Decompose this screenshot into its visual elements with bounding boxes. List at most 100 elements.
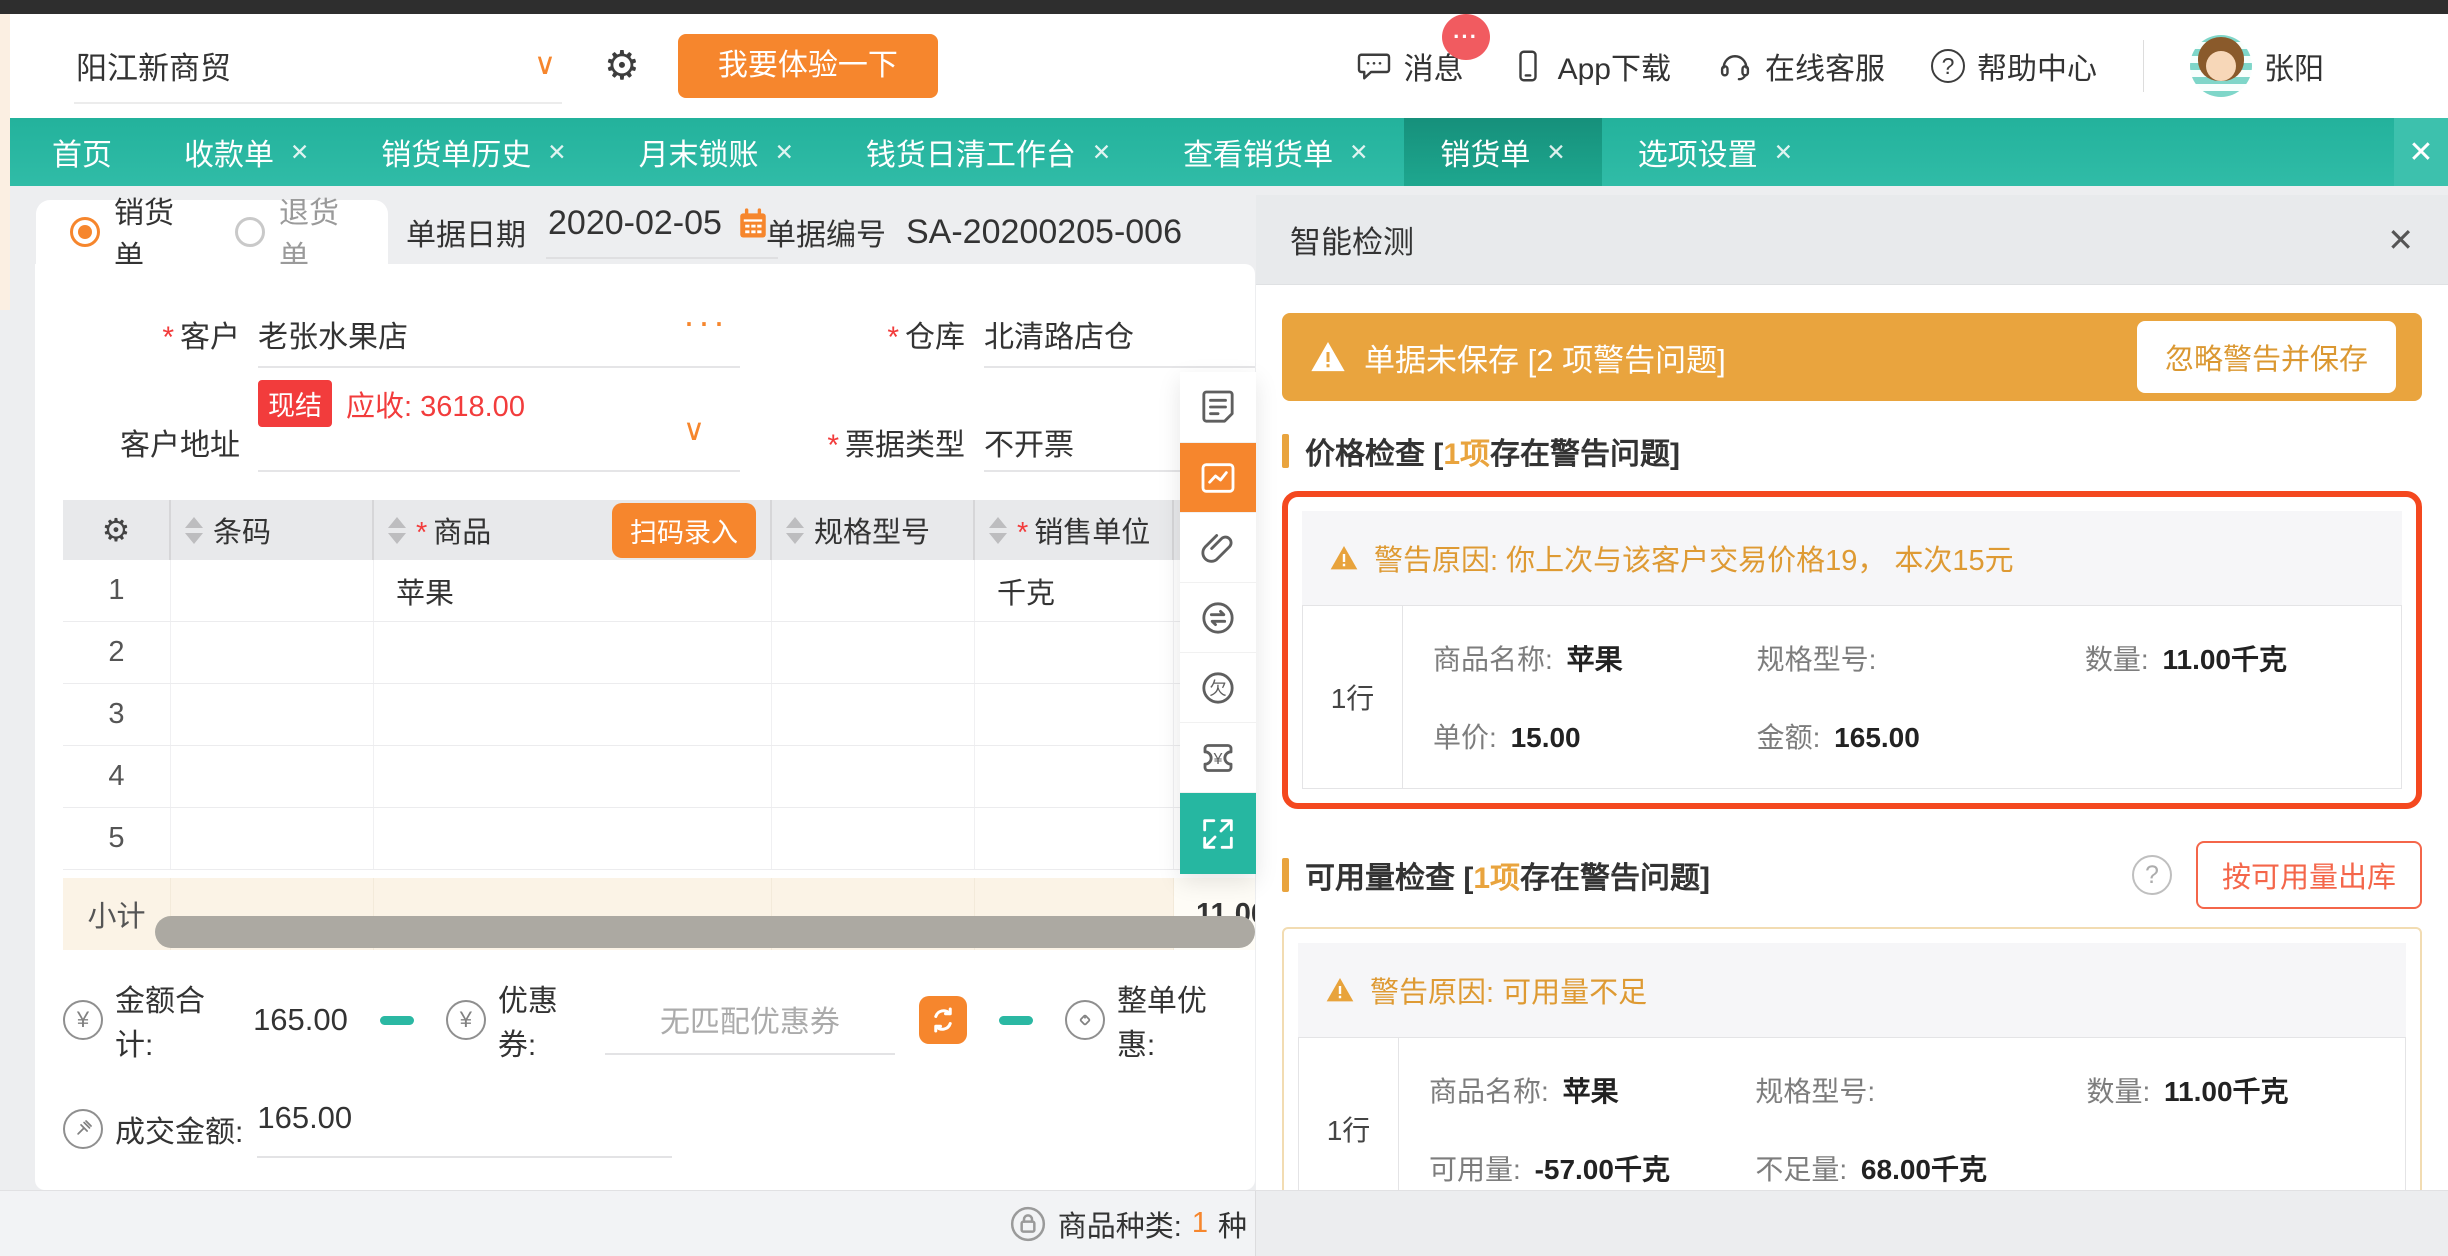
cell-unit[interactable]: 千克 [975,560,1174,621]
cell-spec[interactable] [772,622,975,683]
tab-销货单历史[interactable]: 销货单历史 ✕ [345,118,602,186]
cell-barcode[interactable] [171,746,374,807]
column-settings-header[interactable]: ⚙ [63,500,171,560]
tab-close-icon[interactable]: ✕ [1774,139,1793,166]
table-body: 1 苹果 千克 2 3 4 5 [63,560,1255,870]
tab-收款单[interactable]: 收款单 ✕ [148,118,345,186]
company-select[interactable]: 阳江新商贸 ∨ [74,43,562,104]
invoice-type-value[interactable]: 不开票 [984,420,1074,464]
panel-header: 智能检测 ✕ [1256,195,2448,285]
cell-unit[interactable] [975,622,1174,683]
sort-arrows-icon[interactable] [185,516,203,544]
doc-number-group: 单据编号 SA-20200205-006 [766,198,1182,266]
cell-spec[interactable] [772,684,975,745]
tab-close-icon[interactable]: ✕ [1092,139,1111,166]
cell-barcode[interactable] [171,622,374,683]
cell-barcode[interactable] [171,684,374,745]
warehouse-value[interactable]: 北清路店仓 [984,312,1134,356]
tab-close-icon[interactable]: ✕ [547,139,566,166]
final-value[interactable]: 165.00 [257,1100,673,1158]
tab-选项设置[interactable]: 选项设置 ✕ [1602,118,1829,186]
cell-barcode[interactable] [171,560,374,621]
column-spec[interactable]: 规格型号 [772,500,975,560]
tab-label: 钱货日清工作台 [865,139,1076,172]
tab-close-icon[interactable]: ✕ [290,139,309,166]
online-service-button[interactable]: 在线客服 [1717,44,1885,88]
help-center-button[interactable]: ? 帮助中心 [1931,44,2097,88]
paperclip-icon [1201,533,1233,563]
settings-gear-icon[interactable]: ⚙ [604,46,640,86]
detail-field: 规格型号: [1756,644,1877,675]
tab-首页[interactable]: 首页 [16,118,148,186]
sort-arrows-icon[interactable] [786,516,804,544]
radio-return-order[interactable]: 退货单 [235,188,354,276]
cell-spec[interactable] [772,746,975,807]
ship-by-available-button[interactable]: 按可用量出库 [2195,841,2422,909]
detail-field [2085,720,2371,752]
tool-exchange-button[interactable] [1180,582,1256,652]
calendar-icon[interactable] [736,207,770,241]
panel-close-icon[interactable]: ✕ [2387,221,2414,259]
tool-arrears-button[interactable]: 欠 [1180,652,1256,722]
availability-warning-box: 警告原因: 可用量不足 1行 商品名称: 苹果 规格型号: 数量: 11.00千克… [1282,927,2422,1190]
tab-销货单[interactable]: 销货单 ✕ [1404,118,1602,186]
cell-spec[interactable] [772,808,975,869]
cell-product[interactable] [374,746,772,807]
column-barcode[interactable]: 条码 [171,500,374,560]
tool-note-button[interactable] [1180,372,1256,442]
help-question-icon[interactable]: ? [2131,855,2172,895]
messages-button[interactable]: 消息 ··· [1356,14,1490,88]
radio-selected-icon [70,217,100,247]
required-asterisk: * [162,321,174,354]
horizontal-scrollbar[interactable] [155,916,1255,948]
tabbar-close-all-icon[interactable]: ✕ [2394,118,2448,186]
availability-detail-row: 1行 商品名称: 苹果 规格型号: 数量: 11.00千克 可用量: -57.00千… [1298,1037,2406,1190]
radio-sales-order[interactable]: 销货单 [70,188,189,276]
cell-unit[interactable] [975,746,1174,807]
panel-body: 单据未保存 [2 项警告问题] 忽略警告并保存 价格检查 [1项存在警告问题] [1256,285,2448,1190]
cell-unit[interactable] [975,808,1174,869]
sort-arrows-icon[interactable] [388,516,406,544]
minus-separator-icon [379,1015,414,1025]
refresh-coupon-button[interactable] [918,996,967,1044]
coupon-input[interactable]: 无匹配优惠券 [604,997,895,1055]
ignore-and-save-button[interactable]: 忽略警告并保存 [2136,321,2396,393]
tool-attachment-button[interactable] [1180,512,1256,582]
tab-close-icon[interactable]: ✕ [775,139,794,166]
doc-date-field[interactable]: 2020-02-05 [546,198,778,259]
tab-月末锁账[interactable]: 月末锁账 ✕ [603,118,830,186]
column-unit[interactable]: * 销售单位 [975,500,1174,560]
scan-entry-button[interactable]: 扫码录入 [612,502,756,558]
tab-close-icon[interactable]: ✕ [1546,139,1565,166]
app-download-label: App下载 [1557,53,1671,86]
tab-查看销货单[interactable]: 查看销货单 ✕ [1147,118,1404,186]
tab-close-icon[interactable]: ✕ [1349,139,1368,166]
message-bubble-icon [1357,53,1390,80]
cell-barcode[interactable] [171,808,374,869]
app-download-button[interactable]: App下载 [1510,44,1671,88]
sort-arrows-icon[interactable] [989,516,1007,544]
cell-product[interactable] [374,622,772,683]
customer-value[interactable]: 老张水果店 [258,312,408,356]
table-row: 2 [63,622,1255,684]
final-label: 成交金额: [115,1116,244,1149]
tool-coupon-button[interactable]: ¥ [1180,722,1256,792]
tab-钱货日清工作台[interactable]: 钱货日清工作台 ✕ [830,118,1147,186]
cell-product[interactable] [374,808,772,869]
cell-unit[interactable] [975,684,1174,745]
address-underline [258,470,740,472]
table-row: 4 [63,746,1255,808]
price-detail-row: 1行 商品名称: 苹果 规格型号: 数量: 11.00千克 单价: 15.00 金额:… [1302,605,2402,789]
user-menu[interactable]: 张阳 [2190,35,2324,97]
cell-spec[interactable] [772,560,975,621]
experience-button[interactable]: 我要体验一下 [677,34,938,98]
cell-product[interactable] [374,684,772,745]
cell-product[interactable]: 苹果 [374,560,772,621]
tool-chart-button[interactable] [1180,442,1256,512]
tool-expand-button[interactable] [1180,792,1256,874]
detail-field: 可用量: -57.00千克 [1429,1154,1670,1185]
detail-field: 数量: 11.00千克 [2084,644,2287,675]
detail-field: 商品名称: 苹果 [1433,644,1623,675]
column-product[interactable]: * 商品 扫码录入 [374,500,772,560]
table-row: 1 苹果 千克 [63,560,1255,622]
